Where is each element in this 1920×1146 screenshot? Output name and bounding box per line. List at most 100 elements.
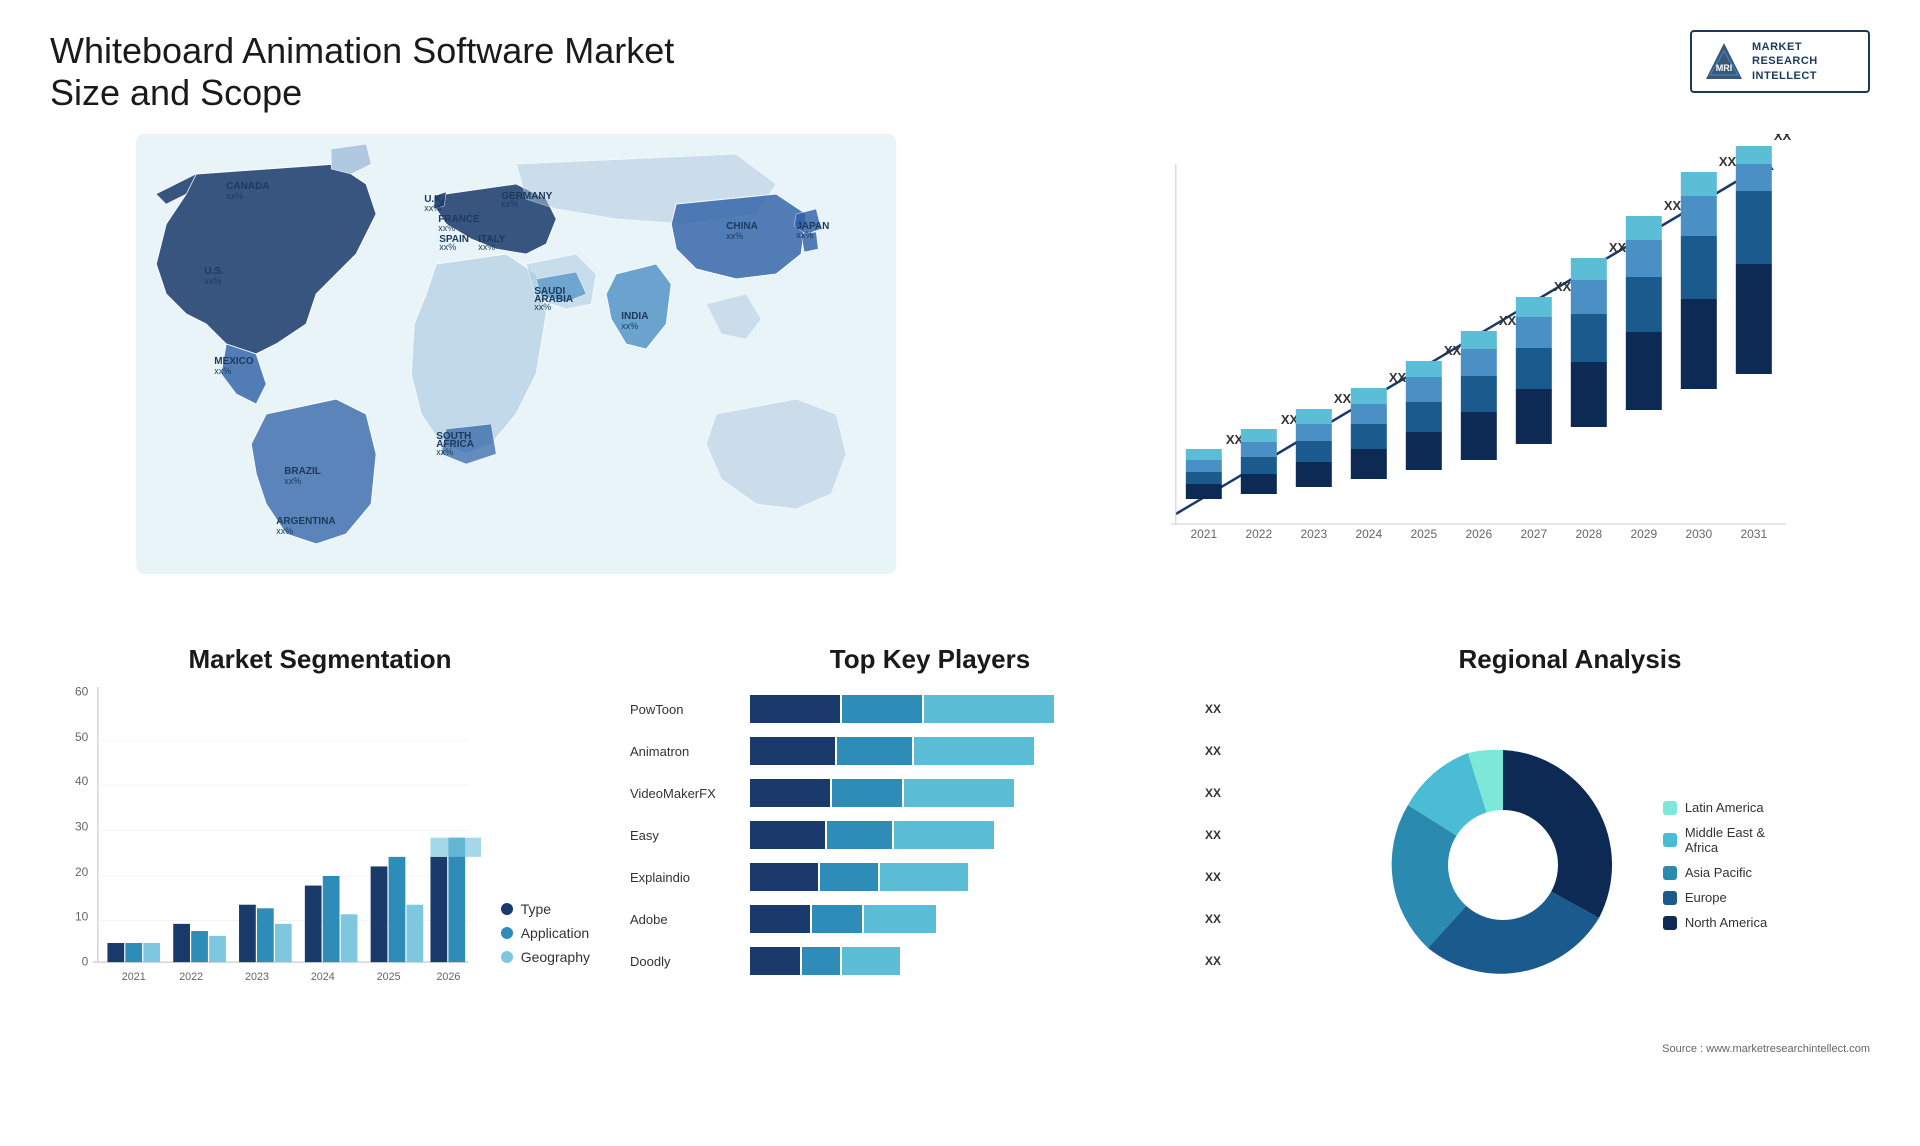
svg-text:xx%: xx% — [214, 366, 231, 376]
svg-text:xx%: xx% — [204, 276, 221, 286]
bottom-section: Market Segmentation 0 10 20 30 40 50 60 — [50, 644, 1870, 1064]
player-bar — [750, 695, 1195, 723]
world-map-svg: CANADA xx% U.S. xx% MEXICO xx% BRAZIL xx… — [50, 134, 982, 574]
legend-middle-east-africa: Middle East &Africa — [1663, 825, 1767, 855]
svg-text:XX: XX — [1444, 343, 1462, 358]
regional-container: Latin America Middle East &Africa Asia P… — [1270, 695, 1870, 1035]
svg-text:XX: XX — [1774, 134, 1792, 143]
svg-text:2026: 2026 — [436, 971, 460, 983]
latin-america-dot — [1663, 801, 1677, 815]
svg-text:2024: 2024 — [311, 971, 335, 983]
svg-text:xx%: xx% — [621, 321, 638, 331]
player-bar — [750, 821, 1195, 849]
svg-text:2025: 2025 — [377, 971, 401, 983]
svg-text:xx%: xx% — [439, 242, 456, 252]
svg-text:XX: XX — [1554, 279, 1572, 294]
bar-chart-svg: 2021 XX 2022 XX 2023 XX — [1022, 134, 1870, 574]
svg-text:XX: XX — [1719, 154, 1737, 169]
legend-north-america: North America — [1663, 915, 1767, 930]
player-name: PowToon — [630, 702, 740, 717]
svg-text:xx%: xx% — [438, 223, 455, 233]
europe-dot — [1663, 891, 1677, 905]
players-section: Top Key Players PowToon XX Animatron — [630, 644, 1230, 1064]
player-xx: XX — [1205, 870, 1230, 884]
north-america-label: North America — [1685, 915, 1767, 930]
svg-text:0: 0 — [82, 955, 89, 969]
regional-title: Regional Analysis — [1270, 644, 1870, 675]
segmentation-section: Market Segmentation 0 10 20 30 40 50 60 — [50, 644, 590, 1064]
mea-label: Middle East &Africa — [1685, 825, 1765, 855]
player-name: VideoMakerFX — [630, 786, 740, 801]
svg-text:2030: 2030 — [1686, 527, 1713, 541]
svg-text:2021: 2021 — [122, 971, 146, 983]
svg-text:2022: 2022 — [1246, 527, 1273, 541]
europe-label: Europe — [1685, 890, 1727, 905]
player-bar — [750, 863, 1195, 891]
player-row: Easy XX — [630, 821, 1230, 849]
svg-text:xx%: xx% — [796, 230, 813, 240]
bar-chart-container: 2021 XX 2022 XX 2023 XX — [1022, 134, 1870, 574]
svg-text:XX: XX — [1389, 370, 1407, 385]
seg-legend: Type Application Geography — [501, 901, 590, 995]
svg-text:2023: 2023 — [245, 971, 269, 983]
svg-text:XX: XX — [1499, 313, 1517, 328]
svg-text:10: 10 — [75, 909, 89, 923]
pie-svg — [1373, 735, 1633, 995]
svg-text:30: 30 — [75, 820, 89, 834]
svg-text:xx%: xx% — [534, 302, 551, 312]
svg-text:2031: 2031 — [1741, 527, 1768, 541]
player-xx: XX — [1205, 828, 1230, 842]
logo: MRI MARKET RESEARCH INTELLECT — [1690, 30, 1870, 93]
svg-text:60: 60 — [75, 684, 89, 698]
svg-text:XX: XX — [1609, 240, 1627, 255]
svg-text:MRI: MRI — [1716, 63, 1733, 73]
player-xx: XX — [1205, 744, 1230, 758]
player-row: Doodly XX — [630, 947, 1230, 975]
players-list: PowToon XX Animatron XX — [630, 695, 1230, 975]
pie-chart — [1373, 735, 1633, 995]
player-bar — [750, 737, 1195, 765]
legend-application: Application — [501, 925, 590, 941]
svg-text:2028: 2028 — [1576, 527, 1603, 541]
svg-text:xx%: xx% — [276, 526, 293, 536]
svg-text:2029: 2029 — [1631, 527, 1658, 541]
player-name: Explaindio — [630, 870, 740, 885]
svg-text:2024: 2024 — [1356, 527, 1383, 541]
asia-pacific-dot — [1663, 866, 1677, 880]
map-container: CANADA xx% U.S. xx% MEXICO xx% BRAZIL xx… — [50, 134, 982, 574]
legend-type-label: Type — [521, 901, 551, 917]
asia-pacific-label: Asia Pacific — [1685, 865, 1752, 880]
legend-europe: Europe — [1663, 890, 1767, 905]
player-name: Easy — [630, 828, 740, 843]
player-bar — [750, 779, 1195, 807]
player-name: Doodly — [630, 954, 740, 969]
svg-text:2027: 2027 — [1521, 527, 1548, 541]
app-dot — [501, 927, 513, 939]
svg-text:2026: 2026 — [1466, 527, 1493, 541]
player-xx: XX — [1205, 786, 1230, 800]
logo-icon: MRI — [1704, 41, 1744, 81]
logo-text: MARKET RESEARCH INTELLECT — [1752, 40, 1818, 83]
geo-dot — [501, 951, 513, 963]
latin-america-label: Latin America — [1685, 800, 1764, 815]
player-xx: XX — [1205, 954, 1230, 968]
svg-text:40: 40 — [75, 774, 89, 788]
svg-text:2023: 2023 — [1301, 527, 1328, 541]
seg-chart-svg: 0 10 20 30 40 50 60 — [50, 675, 481, 1010]
svg-text:XX: XX — [1334, 391, 1352, 406]
player-bar — [750, 947, 1195, 975]
bar-chart-section: 2021 XX 2022 XX 2023 XX — [1022, 134, 1870, 614]
map-section: CANADA xx% U.S. xx% MEXICO xx% BRAZIL xx… — [50, 134, 982, 614]
player-row: Adobe XX — [630, 905, 1230, 933]
svg-text:50: 50 — [75, 730, 89, 744]
svg-text:XX: XX — [1664, 198, 1682, 213]
north-america-dot — [1663, 916, 1677, 930]
svg-text:xx%: xx% — [284, 476, 301, 486]
page-header: Whiteboard Animation Software Market Siz… — [50, 30, 1870, 114]
legend-geo-label: Geography — [521, 949, 590, 965]
players-title: Top Key Players — [630, 644, 1230, 675]
legend-asia-pacific: Asia Pacific — [1663, 865, 1767, 880]
svg-text:xx%: xx% — [436, 447, 453, 457]
top-section: CANADA xx% U.S. xx% MEXICO xx% BRAZIL xx… — [50, 134, 1870, 614]
svg-text:xx%: xx% — [226, 191, 243, 201]
